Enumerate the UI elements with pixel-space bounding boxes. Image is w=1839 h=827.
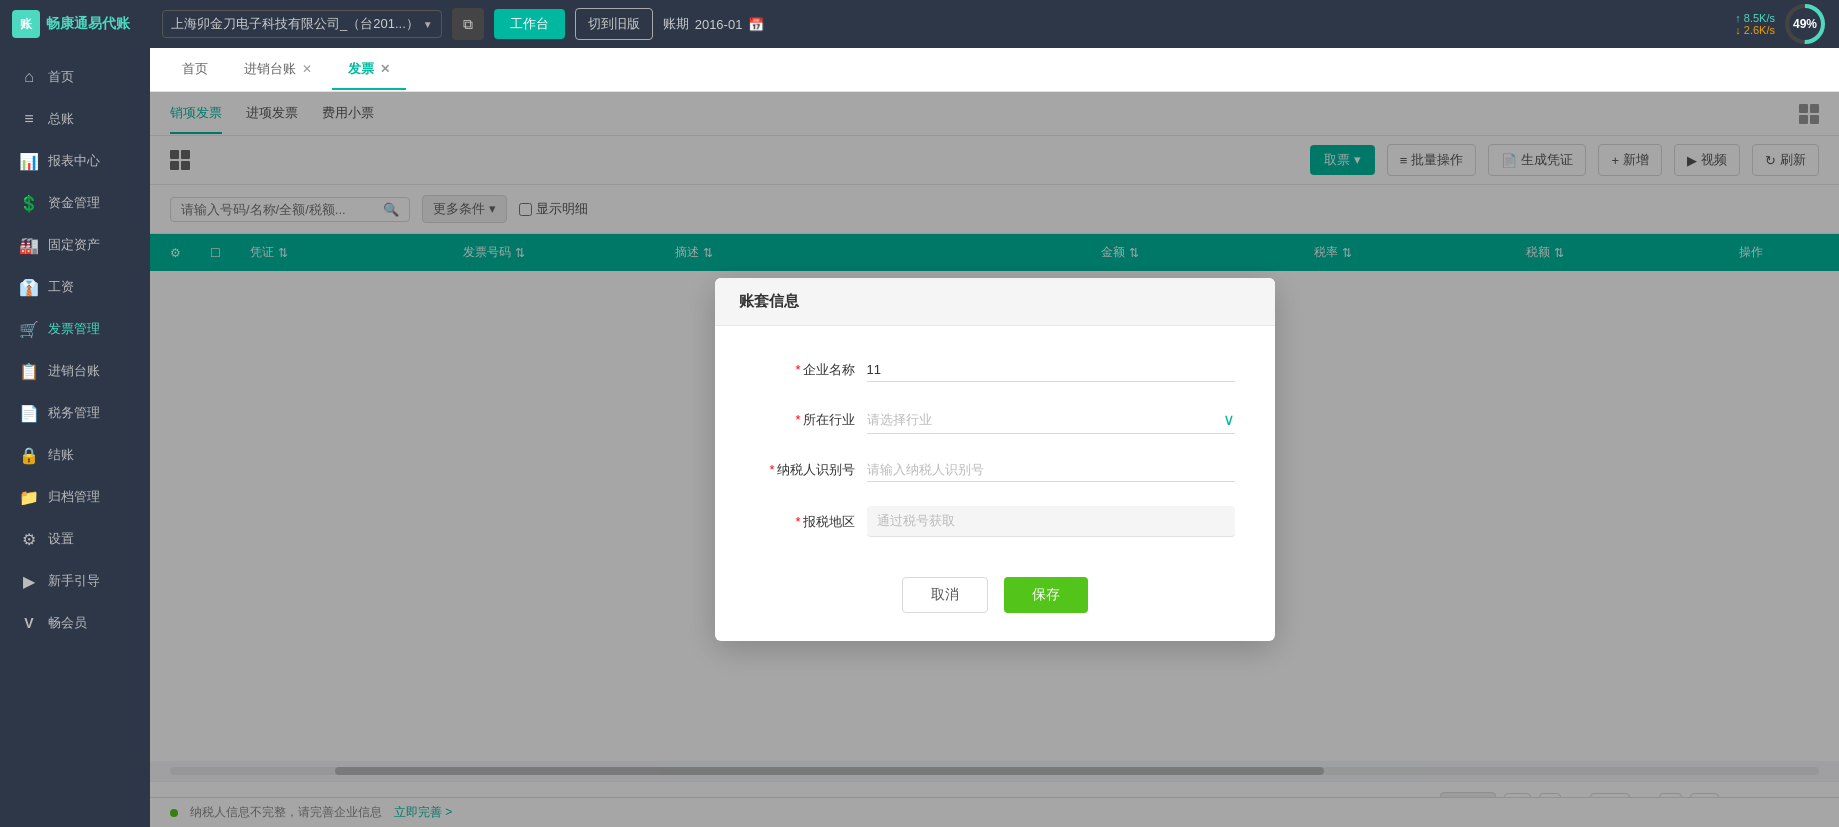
progress-pct: 49% bbox=[1793, 17, 1817, 31]
taxpayer-input[interactable] bbox=[867, 458, 1235, 482]
tab-close-invoice[interactable]: ✕ bbox=[380, 62, 390, 76]
sidebar-label-invoice: 发票管理 bbox=[48, 320, 100, 338]
modal-title: 账套信息 bbox=[739, 292, 799, 309]
sidebar-label-member: 畅会员 bbox=[48, 614, 87, 632]
sidebar-label-guide: 新手引导 bbox=[48, 572, 100, 590]
taxpayer-label: *纳税人识别号 bbox=[755, 461, 855, 479]
sidebar-item-assets[interactable]: 🏭 固定资产 bbox=[0, 224, 150, 266]
tab-bar: 首页 进销台账 ✕ 发票 ✕ bbox=[150, 48, 1839, 92]
reports-icon: 📊 bbox=[20, 152, 38, 170]
tab-purchase[interactable]: 进销台账 ✕ bbox=[228, 50, 328, 90]
salary-icon: 👔 bbox=[20, 278, 38, 296]
form-row-industry: *所在行业 请选择行业 ∨ bbox=[755, 406, 1235, 434]
sidebar-label-assets: 固定资产 bbox=[48, 236, 100, 254]
calendar-icon[interactable]: 📅 bbox=[748, 17, 764, 32]
main-content: 首页 进销台账 ✕ 发票 ✕ 销项发票 进项发票 费用小票 bbox=[150, 48, 1839, 827]
form-row-taxpayer: *纳税人识别号 bbox=[755, 458, 1235, 482]
sidebar-item-finance[interactable]: 💲 资金管理 bbox=[0, 182, 150, 224]
company-label: *企业名称 bbox=[755, 361, 855, 379]
chevron-down-icon: ∨ bbox=[1223, 410, 1235, 429]
sidebar-item-home[interactable]: ⌂ 首页 bbox=[0, 56, 150, 98]
industry-label: *所在行业 bbox=[755, 411, 855, 429]
closing-icon: 🔒 bbox=[20, 446, 38, 464]
sidebar-item-purchase[interactable]: 📋 进销台账 bbox=[0, 350, 150, 392]
network-up: ↑ 8.5K/s bbox=[1735, 12, 1775, 24]
sidebar-item-closing[interactable]: 🔒 结账 bbox=[0, 434, 150, 476]
sidebar-label-reports: 报表中心 bbox=[48, 152, 100, 170]
period-value: 2016-01 bbox=[695, 17, 743, 32]
sidebar-label-ledger: 总账 bbox=[48, 110, 74, 128]
save-button[interactable]: 保存 bbox=[1004, 577, 1088, 613]
logo: 账 畅康通易代账 bbox=[12, 10, 152, 38]
ledger-icon: ≡ bbox=[20, 110, 38, 128]
member-icon: V bbox=[20, 614, 38, 632]
company-arrow-icon: ▼ bbox=[423, 19, 433, 30]
assets-icon: 🏭 bbox=[20, 236, 38, 254]
sidebar-item-invoice[interactable]: 🛒 发票管理 bbox=[0, 308, 150, 350]
form-row-company: *企业名称 bbox=[755, 358, 1235, 382]
workbench-button[interactable]: 工作台 bbox=[494, 9, 565, 39]
modal-footer: 取消 保存 bbox=[715, 561, 1275, 641]
sidebar-item-reports[interactable]: 📊 报表中心 bbox=[0, 140, 150, 182]
sidebar-label-purchase: 进销台账 bbox=[48, 362, 100, 380]
modal-dialog: 账套信息 *企业名称 *所在行业 bbox=[715, 278, 1275, 641]
sidebar-item-archive[interactable]: 📁 归档管理 bbox=[0, 476, 150, 518]
home-icon: ⌂ bbox=[20, 68, 38, 86]
top-right-area: ↑ 8.5K/s ↓ 2.6K/s 49% bbox=[1735, 2, 1827, 46]
archive-icon: 📁 bbox=[20, 488, 38, 506]
sidebar-item-tax[interactable]: 📄 税务管理 bbox=[0, 392, 150, 434]
switch-version-button[interactable]: 切到旧版 bbox=[575, 8, 653, 40]
industry-placeholder: 请选择行业 bbox=[867, 411, 1223, 429]
content-area: 销项发票 进项发票 费用小票 bbox=[150, 92, 1839, 827]
company-selector[interactable]: 上海卯金刀电子科技有限公司_（台201...） ▼ bbox=[162, 10, 442, 38]
tax-icon: 📄 bbox=[20, 404, 38, 422]
company-name: 上海卯金刀电子科技有限公司_（台201...） bbox=[171, 15, 419, 33]
sidebar-label-closing: 结账 bbox=[48, 446, 74, 464]
company-input[interactable] bbox=[867, 358, 1235, 382]
tax-region-label: *报税地区 bbox=[755, 513, 855, 531]
finance-icon: 💲 bbox=[20, 194, 38, 212]
tab-home[interactable]: 首页 bbox=[166, 50, 224, 90]
purchase-icon: 📋 bbox=[20, 362, 38, 380]
modal-header: 账套信息 bbox=[715, 278, 1275, 326]
sidebar-label-archive: 归档管理 bbox=[48, 488, 100, 506]
network-down: ↓ 2.6K/s bbox=[1735, 24, 1775, 36]
industry-select[interactable]: 请选择行业 ∨ bbox=[867, 406, 1235, 434]
tax-region-display: 通过税号获取 bbox=[867, 506, 1235, 537]
sidebar-item-settings[interactable]: ⚙ 设置 bbox=[0, 518, 150, 560]
logo-icon: 账 bbox=[12, 10, 40, 38]
sidebar-label-salary: 工资 bbox=[48, 278, 74, 296]
sidebar-item-member[interactable]: V 畅会员 bbox=[0, 602, 150, 644]
sidebar-label-settings: 设置 bbox=[48, 530, 74, 548]
sidebar-item-salary[interactable]: 👔 工资 bbox=[0, 266, 150, 308]
cancel-button[interactable]: 取消 bbox=[902, 577, 988, 613]
sidebar-label-home: 首页 bbox=[48, 68, 74, 86]
top-bar: 账 畅康通易代账 上海卯金刀电子科技有限公司_（台201...） ▼ ⧉ 工作台… bbox=[0, 0, 1839, 48]
period-label: 账期 bbox=[663, 15, 689, 33]
copy-icon[interactable]: ⧉ bbox=[452, 8, 484, 40]
invoice-icon: 🛒 bbox=[20, 320, 38, 338]
cpu-progress: 49% bbox=[1783, 2, 1827, 46]
tab-invoice[interactable]: 发票 ✕ bbox=[332, 50, 406, 90]
sidebar: ⌂ 首页 ≡ 总账 📊 报表中心 💲 资金管理 🏭 固定资产 👔 工资 🛒 发票… bbox=[0, 48, 150, 827]
modal-body: *企业名称 *所在行业 请选择行业 ∨ bbox=[715, 326, 1275, 561]
form-row-tax-region: *报税地区 通过税号获取 bbox=[755, 506, 1235, 537]
tab-close-purchase[interactable]: ✕ bbox=[302, 62, 312, 76]
sidebar-item-guide[interactable]: ▶ 新手引导 bbox=[0, 560, 150, 602]
settings-icon: ⚙ bbox=[20, 530, 38, 548]
sidebar-label-tax: 税务管理 bbox=[48, 404, 100, 422]
sidebar-label-finance: 资金管理 bbox=[48, 194, 100, 212]
network-stats: ↑ 8.5K/s ↓ 2.6K/s bbox=[1735, 12, 1775, 36]
sidebar-item-ledger[interactable]: ≡ 总账 bbox=[0, 98, 150, 140]
guide-icon: ▶ bbox=[20, 572, 38, 590]
period-display: 账期 2016-01 📅 bbox=[663, 15, 765, 33]
modal-overlay: 账套信息 *企业名称 *所在行业 bbox=[150, 92, 1839, 827]
logo-text: 畅康通易代账 bbox=[46, 15, 130, 33]
